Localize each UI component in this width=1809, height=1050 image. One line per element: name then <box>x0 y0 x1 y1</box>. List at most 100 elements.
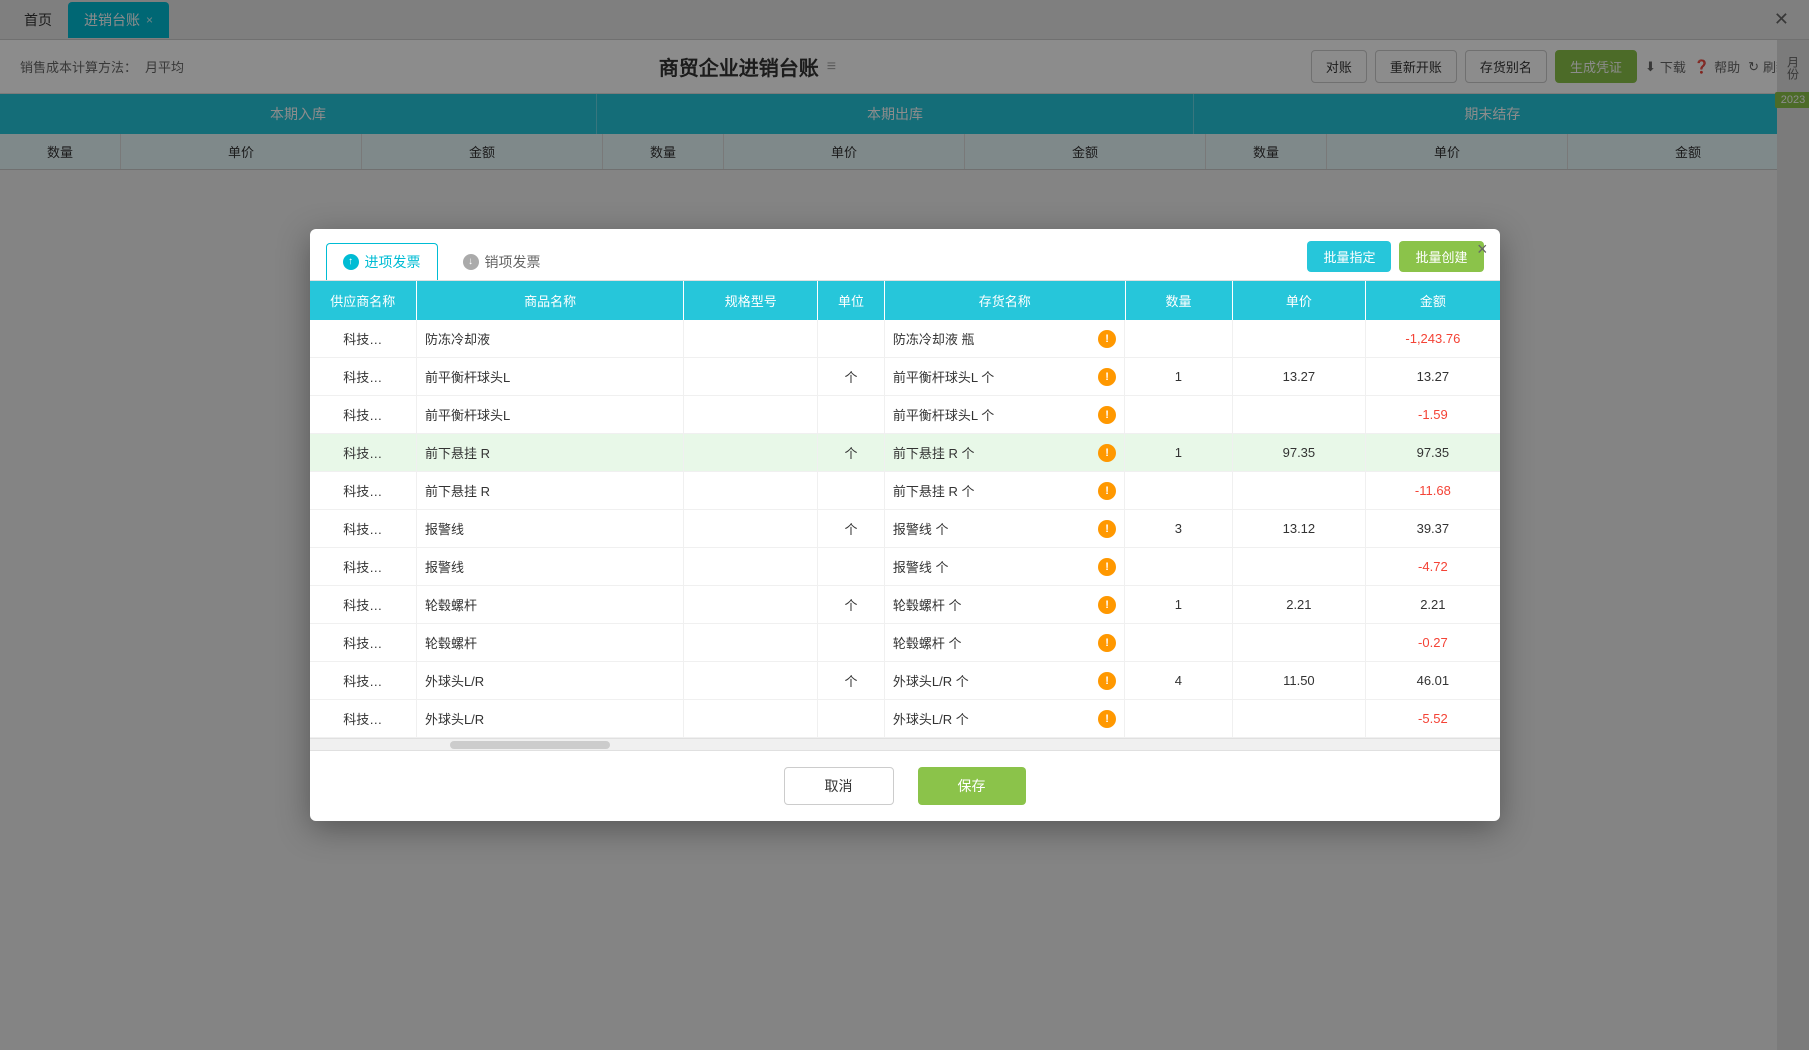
warning-icon-1: ! <box>1098 368 1116 386</box>
cell-price-0 <box>1232 320 1366 358</box>
modal-header-actions: 批量指定 批量创建 <box>1307 241 1483 280</box>
cell-stock-2: 前平衡杆球头L 个 ! <box>885 396 1125 433</box>
cell-amount-6: -4.72 <box>1366 548 1500 586</box>
cell-amount-9: 46.01 <box>1366 662 1500 700</box>
cell-product-9: 外球头L/R <box>416 662 683 700</box>
modal-header: ↑ 进项发票 ↓ 销项发票 批量指定 批量创建 × <box>310 229 1500 281</box>
th-qty: 数量 <box>1125 281 1232 320</box>
table-row: 科技… 防冻冷却液 防冻冷却液 瓶 ! -1,243.76 <box>310 320 1500 358</box>
warning-icon-8: ! <box>1098 634 1116 652</box>
cell-spec-7 <box>684 586 818 624</box>
cell-price-4 <box>1232 472 1366 510</box>
batch-create-button[interactable]: 批量创建 <box>1399 241 1483 272</box>
cell-spec-1 <box>684 358 818 396</box>
cell-supplier-0: 科技… <box>310 320 417 358</box>
modal-footer: 取消 保存 <box>310 750 1500 821</box>
cell-unit-3: 个 <box>818 434 885 472</box>
stock-name-10: 外球头L/R 个 <box>893 709 969 728</box>
table-scrollbar[interactable] <box>310 738 1500 750</box>
invoice-table: 供应商名称 商品名称 规格型号 单位 存货名称 数量 单价 金额 科技… 防冻冷… <box>310 281 1500 738</box>
cancel-button[interactable]: 取消 <box>784 767 894 805</box>
cell-stock-3: 前下悬挂 R 个 ! <box>885 434 1125 471</box>
cell-qty-7: 1 <box>1125 586 1232 624</box>
warning-icon-0: ! <box>1098 330 1116 348</box>
inbound-tab-label: 进项发票 <box>365 252 421 272</box>
cell-spec-10 <box>684 700 818 738</box>
warning-icon-3: ! <box>1098 444 1116 462</box>
cell-product-3: 前下悬挂 R <box>416 434 683 472</box>
cell-product-4: 前下悬挂 R <box>416 472 683 510</box>
cell-product-6: 报警线 <box>416 548 683 586</box>
warning-icon-10: ! <box>1098 710 1116 728</box>
cell-unit-6 <box>818 548 885 586</box>
cell-stock-0: 防冻冷却液 瓶 ! <box>885 320 1125 357</box>
app-container: 首页 进销台账 × ✕ 销售成本计算方法： 月平均 商贸企业进销台账 ≡ 对账 … <box>0 0 1809 1050</box>
cell-product-1: 前平衡杆球头L <box>416 358 683 396</box>
th-amount: 金额 <box>1366 281 1500 320</box>
cell-qty-10 <box>1125 700 1232 738</box>
cell-stock-6: 报警线 个 ! <box>885 548 1125 585</box>
outbound-tab-label: 销项发票 <box>485 252 541 272</box>
cell-amount-2: -1.59 <box>1366 396 1500 434</box>
cell-stock-9: 外球头L/R 个 ! <box>885 662 1125 699</box>
modal-overlay: ↑ 进项发票 ↓ 销项发票 批量指定 批量创建 × 供应 <box>0 0 1809 1050</box>
table-row: 科技… 前平衡杆球头L 前平衡杆球头L 个 ! -1.59 <box>310 396 1500 434</box>
modal-tab-outbound[interactable]: ↓ 销项发票 <box>446 243 558 280</box>
table-row: 科技… 前平衡杆球头L 个 前平衡杆球头L 个 ! 1 13.27 13.27 <box>310 358 1500 396</box>
cell-qty-9: 4 <box>1125 662 1232 700</box>
warning-icon-9: ! <box>1098 672 1116 690</box>
inbound-tab-icon: ↑ <box>343 254 359 270</box>
scrollbar-thumb[interactable] <box>450 741 610 749</box>
cell-amount-8: -0.27 <box>1366 624 1500 662</box>
modal-close-button[interactable]: × <box>1477 239 1488 260</box>
cell-stock-5: 报警线 个 ! <box>885 510 1125 547</box>
cell-price-10 <box>1232 700 1366 738</box>
table-row: 科技… 报警线 报警线 个 ! -4.72 <box>310 548 1500 586</box>
stock-name-0: 防冻冷却液 瓶 <box>893 329 975 348</box>
table-row: 科技… 轮毂螺杆 个 轮毂螺杆 个 ! 1 2.21 2.21 <box>310 586 1500 624</box>
stock-name-8: 轮毂螺杆 个 <box>893 633 962 652</box>
cell-unit-0 <box>818 320 885 358</box>
cell-price-2 <box>1232 396 1366 434</box>
cell-amount-7: 2.21 <box>1366 586 1500 624</box>
th-spec: 规格型号 <box>684 281 818 320</box>
modal-table-wrapper[interactable]: 供应商名称 商品名称 规格型号 单位 存货名称 数量 单价 金额 科技… 防冻冷… <box>310 281 1500 738</box>
stock-name-1: 前平衡杆球头L 个 <box>893 367 994 386</box>
cell-product-0: 防冻冷却液 <box>416 320 683 358</box>
stock-name-7: 轮毂螺杆 个 <box>893 595 962 614</box>
warning-icon-4: ! <box>1098 482 1116 500</box>
cell-price-9: 11.50 <box>1232 662 1366 700</box>
cell-supplier-3: 科技… <box>310 434 417 472</box>
table-row: 科技… 外球头L/R 个 外球头L/R 个 ! 4 11.50 46.01 <box>310 662 1500 700</box>
cell-spec-4 <box>684 472 818 510</box>
cell-supplier-5: 科技… <box>310 510 417 548</box>
th-product: 商品名称 <box>416 281 683 320</box>
warning-icon-5: ! <box>1098 520 1116 538</box>
cell-qty-3: 1 <box>1125 434 1232 472</box>
cell-product-10: 外球头L/R <box>416 700 683 738</box>
cell-amount-3: 97.35 <box>1366 434 1500 472</box>
cell-spec-5 <box>684 510 818 548</box>
cell-price-8 <box>1232 624 1366 662</box>
stock-name-2: 前平衡杆球头L 个 <box>893 405 994 424</box>
cell-supplier-10: 科技… <box>310 700 417 738</box>
th-supplier: 供应商名称 <box>310 281 417 320</box>
table-row: 科技… 轮毂螺杆 轮毂螺杆 个 ! -0.27 <box>310 624 1500 662</box>
cell-qty-2 <box>1125 396 1232 434</box>
modal-tab-inbound[interactable]: ↑ 进项发票 <box>326 243 438 280</box>
cell-spec-8 <box>684 624 818 662</box>
cell-product-2: 前平衡杆球头L <box>416 396 683 434</box>
warning-icon-6: ! <box>1098 558 1116 576</box>
th-price: 单价 <box>1232 281 1366 320</box>
save-button[interactable]: 保存 <box>918 767 1026 805</box>
cell-amount-5: 39.37 <box>1366 510 1500 548</box>
cell-product-7: 轮毂螺杆 <box>416 586 683 624</box>
th-stock: 存货名称 <box>884 281 1125 320</box>
cell-supplier-1: 科技… <box>310 358 417 396</box>
cell-supplier-2: 科技… <box>310 396 417 434</box>
batch-assign-button[interactable]: 批量指定 <box>1307 241 1391 272</box>
cell-spec-9 <box>684 662 818 700</box>
cell-price-6 <box>1232 548 1366 586</box>
cell-supplier-8: 科技… <box>310 624 417 662</box>
cell-price-5: 13.12 <box>1232 510 1366 548</box>
